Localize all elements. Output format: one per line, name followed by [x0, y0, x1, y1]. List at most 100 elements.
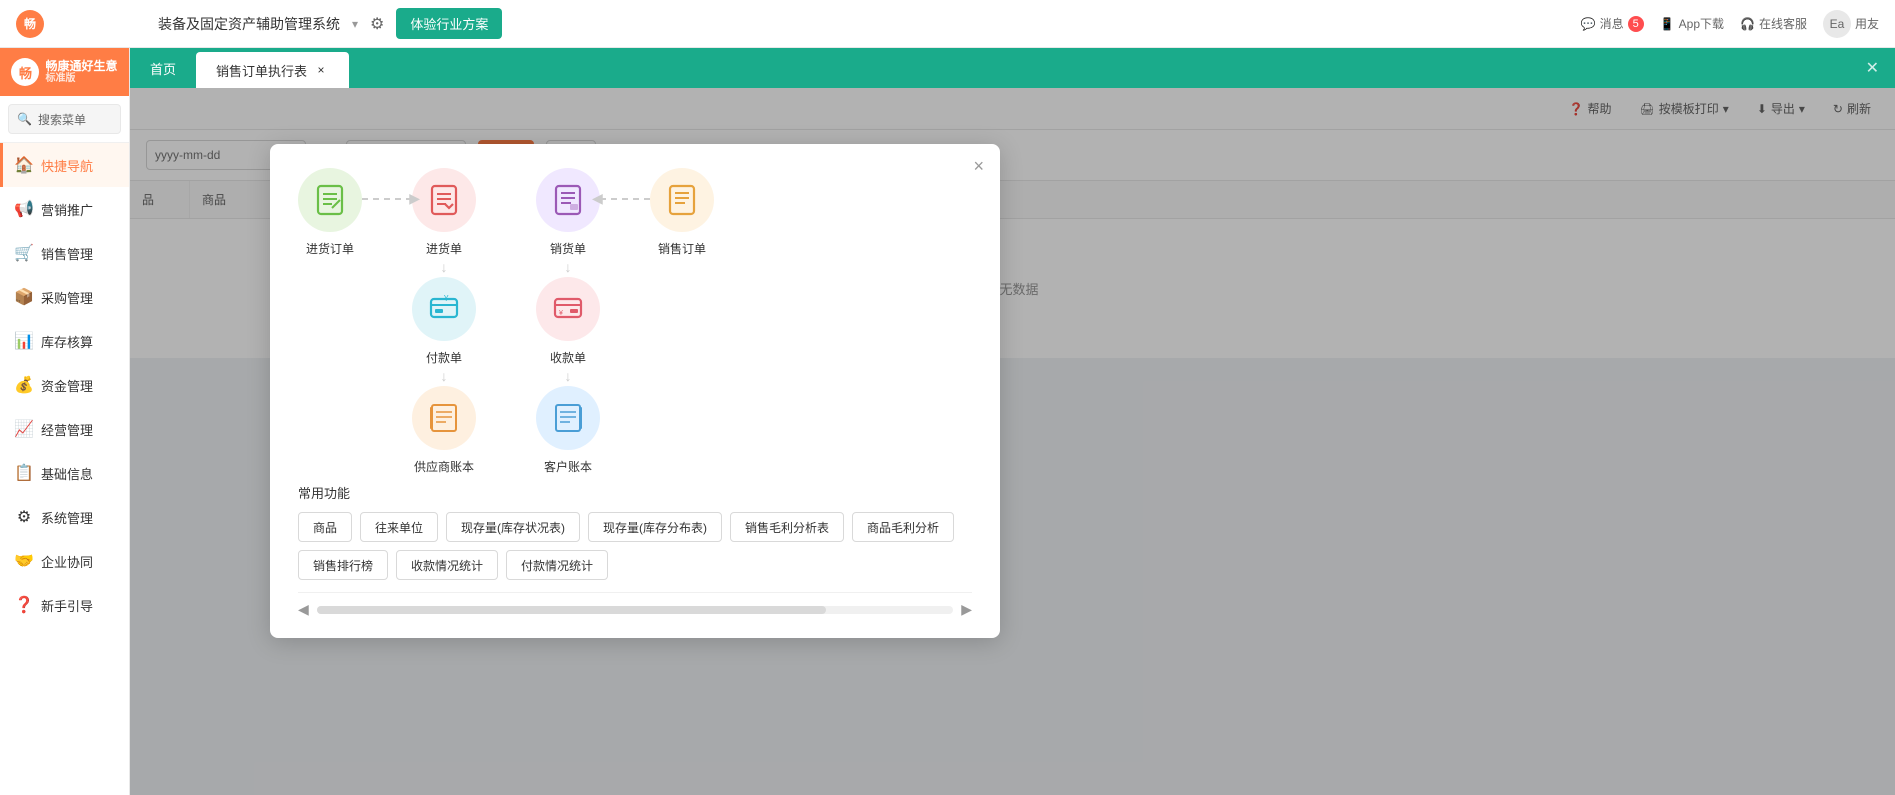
sidebar-logo: 畅 畅康通好生意 标准版: [0, 48, 129, 96]
sales-bill-down-arrow: ↓: [565, 257, 572, 277]
arrow-purchase-order-to-bill: ▶: [362, 198, 412, 200]
sales-icon: 🛒: [15, 244, 33, 262]
sidebar-item-quick-nav-label: 快捷导航: [41, 156, 93, 175]
marketing-icon: 📢: [15, 200, 33, 218]
purchase-order-circle[interactable]: [298, 168, 362, 232]
sidebar-item-newbie-label: 新手引导: [41, 596, 93, 615]
supplier-circle[interactable]: [412, 386, 476, 450]
user-menu-button[interactable]: Ea 用友: [1823, 10, 1879, 38]
common-btn-receipt-stats[interactable]: 收款情况统计: [396, 550, 498, 580]
scroll-bar-thumb[interactable]: [317, 606, 826, 614]
app-download-label: App下载: [1679, 15, 1724, 32]
sidebar-item-enterprise[interactable]: 🤝 企业协同: [0, 539, 129, 583]
flow-node-purchase-order: 进货订单: [298, 168, 362, 257]
online-service-button[interactable]: 🎧 在线客服: [1740, 15, 1807, 32]
sidebar-item-purchase[interactable]: 📦 采购管理: [0, 275, 129, 319]
tab-close-icon[interactable]: ×: [313, 62, 329, 78]
flow-top-right: 销货单 ◀: [536, 168, 714, 257]
sidebar-item-operation[interactable]: 📈 经营管理: [0, 407, 129, 451]
message-badge: 5: [1628, 16, 1644, 32]
common-btn-product-margin[interactable]: 商品毛利分析: [852, 512, 954, 542]
settings-icon[interactable]: ⚙: [370, 14, 384, 34]
sidebar-item-newbie[interactable]: ❓ 新手引导: [0, 583, 129, 627]
sidebar-nav: 🏠 快捷导航 📢 营销推广 🛒 销售管理 📦 采购管理 📊 库存核: [0, 143, 129, 627]
user-avatar-text: Ea: [1830, 17, 1845, 31]
search-menu-button[interactable]: 🔍 搜索菜单: [8, 104, 121, 134]
payment-label: 付款单: [426, 349, 462, 366]
finance-icon: 💰: [15, 376, 33, 394]
purchase-bill-label: 进货单: [426, 240, 462, 257]
customer-circle[interactable]: [536, 386, 600, 450]
sidebar-item-marketing[interactable]: 📢 营销推广: [0, 187, 129, 231]
common-btn-payment-stats[interactable]: 付款情况统计: [506, 550, 608, 580]
scroll-left-arrow[interactable]: ◀: [298, 601, 309, 618]
tab-bar-close-icon[interactable]: ✕: [1858, 54, 1887, 82]
common-functions-buttons-row2: 销售排行榜 收款情况统计 付款情况统计: [298, 550, 972, 580]
flow-node-payment-wrapper: ¥ 付款单: [412, 277, 476, 366]
sidebar-item-system[interactable]: ⚙ 系统管理: [0, 495, 129, 539]
top-bar: 畅 装备及固定资产辅助管理系统 ▾ ⚙ 体验行业方案 💬 消息 5 📱 App下…: [0, 0, 1895, 48]
search-icon: 🔍: [17, 112, 32, 126]
main-area: 畅 畅康通好生意 标准版 🔍 搜索菜单 🏠 快捷导航 �: [0, 48, 1895, 795]
enterprise-icon: 🤝: [15, 552, 33, 570]
payment-circle[interactable]: ¥: [412, 277, 476, 341]
flow-top-left: 进货订单 ▶: [298, 168, 476, 257]
sidebar-item-quick-nav[interactable]: 🏠 快捷导航: [0, 143, 129, 187]
receipt-circle[interactable]: ¥: [536, 277, 600, 341]
common-btn-stock-status[interactable]: 现存量(库存状况表): [446, 512, 580, 542]
sidebar-item-basic-label: 基础信息: [41, 464, 93, 483]
arrow-sales-order-to-bill: ◀: [600, 198, 650, 200]
common-btn-sales-margin[interactable]: 销售毛利分析表: [730, 512, 844, 542]
try-industry-button[interactable]: 体验行业方案: [396, 8, 502, 39]
purchase-bill-circle[interactable]: [412, 168, 476, 232]
flow-left-col: 进货订单 ▶: [298, 168, 476, 475]
sales-order-label: 销售订单: [658, 240, 706, 257]
receipt-down-arrow: ↓: [565, 366, 572, 386]
online-service-label: 在线客服: [1759, 15, 1807, 32]
app-title-dropdown-icon[interactable]: ▾: [352, 17, 358, 31]
common-functions-section: 常用功能 商品 往来单位 现存量(库存状况表) 现存量(库存分布表) 销售毛利分…: [298, 483, 972, 580]
common-btn-sales-rank[interactable]: 销售排行榜: [298, 550, 388, 580]
sidebar-item-inventory-label: 库存核算: [41, 332, 93, 351]
app-download-button[interactable]: 📱 App下载: [1660, 15, 1724, 32]
flow-node-customer: 客户账本: [536, 386, 600, 475]
flow-node-sales-bill: 销货单: [536, 168, 600, 257]
service-icon: 🎧: [1740, 17, 1755, 31]
sidebar-item-purchase-label: 采购管理: [41, 288, 93, 307]
sales-bill-circle[interactable]: [536, 168, 600, 232]
sales-order-circle[interactable]: [650, 168, 714, 232]
common-btn-stock-dist[interactable]: 现存量(库存分布表): [588, 512, 722, 542]
sidebar-item-basic[interactable]: 📋 基础信息: [0, 451, 129, 495]
tab-home[interactable]: 首页: [130, 48, 196, 88]
tab-bar: 首页 销售订单执行表 × ✕: [130, 48, 1895, 88]
newbie-icon: ❓: [15, 596, 33, 614]
popup-scroll-area: ◀ ▶: [298, 592, 972, 618]
sidebar-item-finance[interactable]: 💰 资金管理: [0, 363, 129, 407]
purchase-bill-down-arrow: ↓: [441, 257, 448, 277]
common-btn-partner[interactable]: 往来单位: [360, 512, 438, 542]
popup-box: ×: [270, 144, 1000, 638]
flow-node-sales-order: 销售订单: [650, 168, 714, 257]
inventory-icon: 📊: [15, 332, 33, 350]
purchase-icon: 📦: [15, 288, 33, 306]
tab-sales-order-exec[interactable]: 销售订单执行表 ×: [196, 52, 349, 88]
user-label: 用友: [1855, 15, 1879, 32]
flow-node-supplier: 供应商账本: [412, 386, 476, 475]
user-avatar: Ea: [1823, 10, 1851, 38]
message-button[interactable]: 💬 消息 5: [1581, 15, 1644, 32]
popup-overlay[interactable]: ×: [130, 88, 1895, 795]
svg-text:¥: ¥: [443, 294, 449, 303]
scroll-right-arrow[interactable]: ▶: [961, 601, 972, 618]
popup-close-button[interactable]: ×: [973, 156, 984, 177]
svg-text:¥: ¥: [559, 310, 563, 317]
sidebar-item-sales[interactable]: 🛒 销售管理: [0, 231, 129, 275]
flow-node-receipt-wrapper: ¥ 收款单: [536, 277, 600, 366]
receipt-label: 收款单: [550, 349, 586, 366]
common-btn-product[interactable]: 商品: [298, 512, 352, 542]
sidebar-item-inventory[interactable]: 📊 库存核算: [0, 319, 129, 363]
tab-sales-order-exec-label: 销售订单执行表: [216, 61, 307, 80]
top-bar-right: 💬 消息 5 📱 App下载 🎧 在线客服 Ea 用友: [1581, 10, 1879, 38]
scroll-bar-track[interactable]: [317, 606, 953, 614]
system-icon: ⚙: [15, 508, 33, 526]
common-functions-title: 常用功能: [298, 483, 972, 502]
